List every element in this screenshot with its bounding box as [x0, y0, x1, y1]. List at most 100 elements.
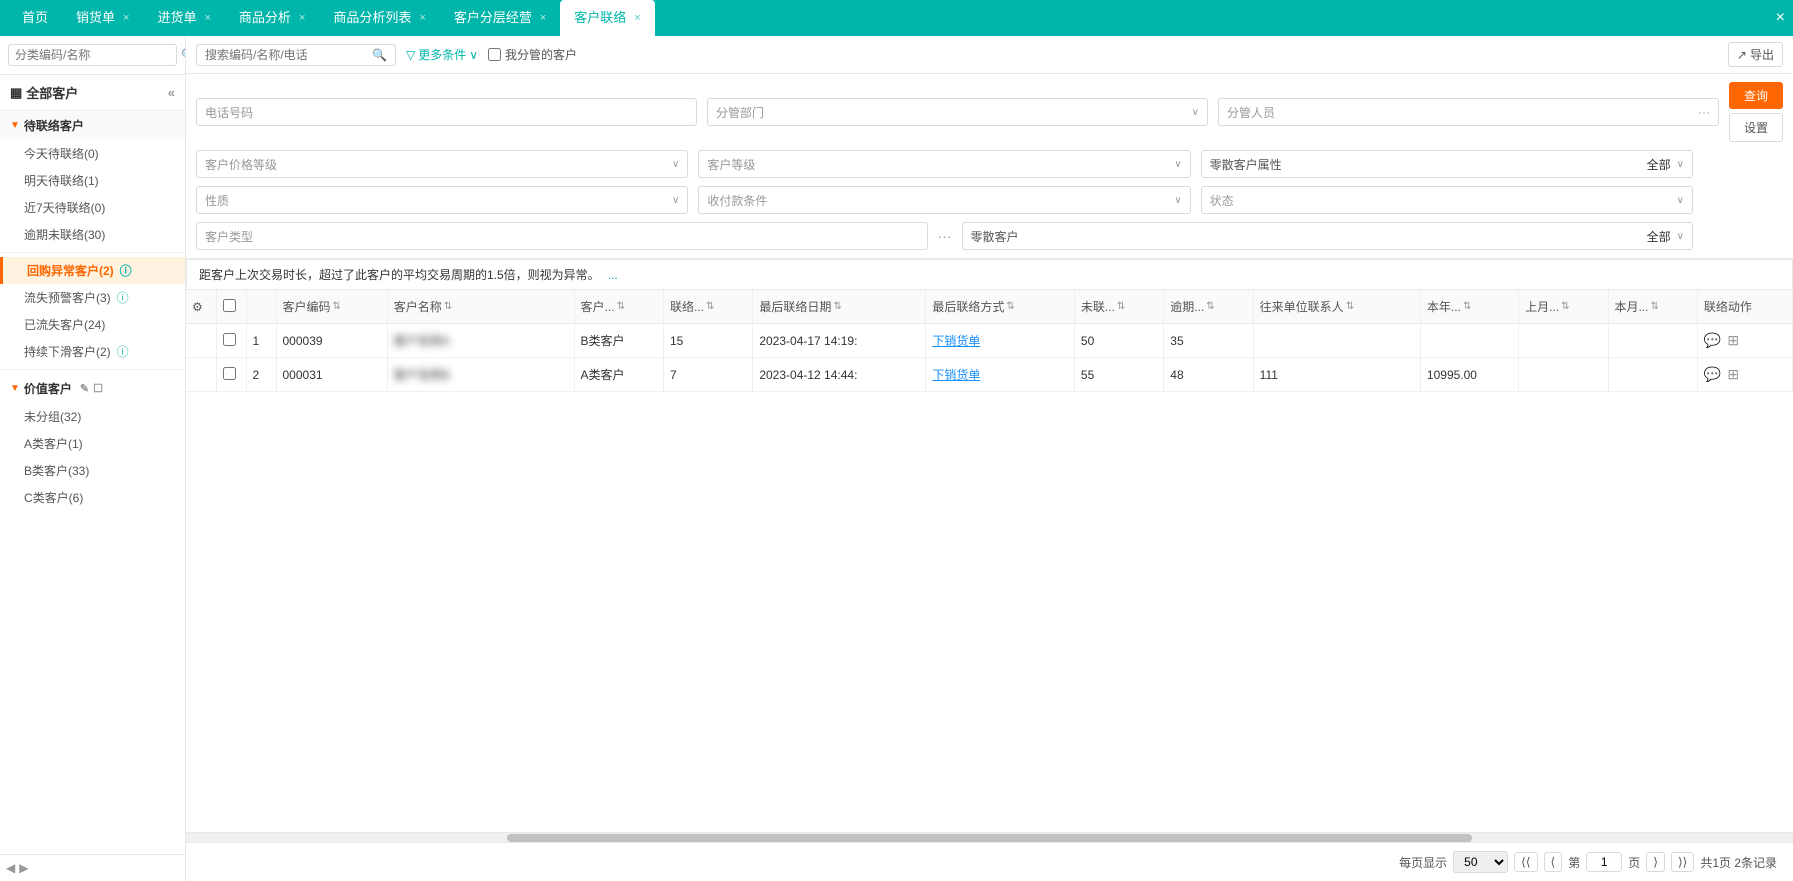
- phone-field[interactable]: 电话号码: [196, 98, 697, 126]
- window-close-button[interactable]: ×: [1776, 9, 1785, 27]
- sidebar-item-repurchase-abnormal[interactable]: 回购异常客户(2) ⓘ: [0, 257, 185, 284]
- sidebar-item-lost-warning[interactable]: 流失预警客户(3) ⓘ: [0, 284, 185, 311]
- nav-purchase-close[interactable]: ×: [204, 0, 210, 36]
- sort-unit-icon[interactable]: ⇅: [1346, 301, 1354, 312]
- export-button[interactable]: ↗ 导出: [1728, 42, 1783, 67]
- th-code[interactable]: 客户编码 ⇅: [276, 290, 387, 324]
- settings-button[interactable]: 设置: [1729, 113, 1783, 142]
- page-number-input[interactable]: [1586, 852, 1622, 872]
- nav-product-list[interactable]: 商品分析列表 ×: [319, 0, 439, 36]
- my-customers-check[interactable]: [488, 48, 501, 61]
- sidebar-item-7days[interactable]: 近7天待联络(0): [0, 194, 185, 221]
- my-customers-checkbox[interactable]: 我分管的客户: [488, 46, 577, 63]
- sidebar-waiting-header[interactable]: ▼ 待联络客户: [0, 111, 185, 140]
- query-button[interactable]: 查询: [1729, 82, 1783, 109]
- sidebar-arrow-right[interactable]: ▶: [19, 861, 28, 875]
- tooltip-more-btn[interactable]: ...: [608, 268, 618, 282]
- nav-product-list-close[interactable]: ×: [419, 0, 425, 36]
- sort-name-icon[interactable]: ⇅: [444, 301, 452, 312]
- sort-tmonth-icon[interactable]: ⇅: [1651, 301, 1659, 312]
- sort-contact-icon[interactable]: ⇅: [706, 301, 714, 312]
- customer-type-field[interactable]: 客户类型: [196, 222, 928, 250]
- edit-icon[interactable]: ✎: [80, 382, 89, 395]
- nav-product-analysis[interactable]: 商品分析 ×: [225, 0, 319, 36]
- sidebar-item-lost[interactable]: 已流失客户(24): [0, 311, 185, 338]
- gender-field[interactable]: 性质 ∨: [196, 186, 688, 214]
- retail-field[interactable]: 零散客户 全部 ∨: [962, 222, 1694, 250]
- person-dots[interactable]: ···: [1698, 105, 1710, 119]
- sidebar-item-declining[interactable]: 持续下滑客户(2) ⓘ: [0, 338, 185, 365]
- row2-check[interactable]: [223, 367, 236, 380]
- row4-dots[interactable]: ···: [938, 228, 952, 244]
- row1-last-method[interactable]: 下销货单: [926, 324, 1075, 358]
- nav-sales-close[interactable]: ×: [123, 0, 129, 36]
- th-type[interactable]: 客户... ⇅: [574, 290, 663, 324]
- sort-type-icon[interactable]: ⇅: [617, 301, 625, 312]
- scrollbar-thumb[interactable]: [507, 834, 1471, 842]
- sidebar-item-overdue[interactable]: 逾期未联络(30): [0, 221, 185, 248]
- page-size-select[interactable]: 50 100 200: [1453, 851, 1508, 873]
- dept-field[interactable]: 分管部门 ∨: [707, 98, 1208, 126]
- nav-home[interactable]: 首页: [8, 0, 62, 36]
- sidebar-item-c-class[interactable]: C类客户(6): [0, 484, 185, 511]
- grade-field[interactable]: 客户等级 ∨: [698, 150, 1190, 178]
- th-last-month[interactable]: 上月... ⇅: [1519, 290, 1608, 324]
- sort-year-icon[interactable]: ⇅: [1463, 301, 1471, 312]
- price-grade-field[interactable]: 客户价格等级 ∨: [196, 150, 688, 178]
- nav-customer-tier-close[interactable]: ×: [540, 0, 546, 36]
- next-page-btn[interactable]: ⟩: [1646, 852, 1665, 872]
- row2-more-icon[interactable]: ⊞: [1727, 366, 1739, 383]
- checkbox-icon[interactable]: ☐: [93, 382, 103, 395]
- th-contact[interactable]: 联络... ⇅: [663, 290, 752, 324]
- nav-product-analysis-close[interactable]: ×: [299, 0, 305, 36]
- sidebar-item-b-class[interactable]: B类客户(33): [0, 457, 185, 484]
- nav-customer-contact-close[interactable]: ×: [634, 0, 640, 36]
- th-unread[interactable]: 未联... ⇅: [1074, 290, 1163, 324]
- nav-purchase[interactable]: 进货单 ×: [143, 0, 224, 36]
- sidebar-item-ungrouped[interactable]: 未分组(32): [0, 403, 185, 430]
- first-page-btn[interactable]: ⟨⟨: [1514, 852, 1537, 872]
- nav-customer-tier[interactable]: 客户分层经营 ×: [440, 0, 560, 36]
- sidebar-item-a-class[interactable]: A类客户(1): [0, 430, 185, 457]
- sidebar-value-group-header[interactable]: ▼ 价值客户 ✎ ☐: [0, 374, 185, 403]
- th-last-contact-date[interactable]: 最后联络日期 ⇅: [753, 290, 926, 324]
- sort-method-icon[interactable]: ⇅: [1006, 301, 1014, 312]
- retail-attr-field[interactable]: 零散客户属性 全部 ∨: [1201, 150, 1693, 178]
- sort-code-icon[interactable]: ⇅: [333, 301, 341, 312]
- search-icon-main[interactable]: 🔍: [372, 48, 387, 62]
- chevron-down-icon: ∨: [469, 48, 478, 62]
- sort-unread-icon[interactable]: ⇅: [1117, 301, 1125, 312]
- sort-overdue-icon[interactable]: ⇅: [1206, 301, 1214, 312]
- row1-more-icon[interactable]: ⊞: [1727, 332, 1739, 349]
- pay-field[interactable]: 收付款条件 ∨: [698, 186, 1190, 214]
- row2-last-method[interactable]: 下销货单: [926, 358, 1075, 392]
- th-last-contact-method[interactable]: 最后联络方式 ⇅: [926, 290, 1075, 324]
- last-page-btn[interactable]: ⟩⟩: [1671, 852, 1694, 872]
- row1-chat-icon[interactable]: 💬: [1704, 332, 1721, 349]
- select-all-checkbox[interactable]: [223, 299, 236, 312]
- th-name[interactable]: 客户名称 ⇅: [387, 290, 574, 324]
- prev-page-btn[interactable]: ⟨: [1544, 852, 1563, 872]
- person-field[interactable]: 分管人员 ···: [1218, 98, 1719, 126]
- main-search-input[interactable]: [205, 48, 368, 62]
- sidebar-arrow-left[interactable]: ◀: [6, 861, 15, 875]
- sort-lmonth-icon[interactable]: ⇅: [1561, 301, 1569, 312]
- sort-date-icon[interactable]: ⇅: [833, 301, 841, 312]
- sidebar-collapse-icon[interactable]: «: [168, 85, 175, 100]
- th-this-month[interactable]: 本月... ⇅: [1608, 290, 1697, 324]
- th-this-year[interactable]: 本年... ⇅: [1420, 290, 1518, 324]
- table-settings-icon[interactable]: ⚙: [192, 300, 203, 314]
- horizontal-scrollbar[interactable]: [186, 832, 1793, 842]
- sidebar-item-tomorrow[interactable]: 明天待联络(1): [0, 167, 185, 194]
- row2-chat-icon[interactable]: 💬: [1704, 366, 1721, 383]
- th-overdue[interactable]: 逾期... ⇅: [1164, 290, 1253, 324]
- nav-sales[interactable]: 销货单 ×: [62, 0, 143, 36]
- more-conditions-btn[interactable]: ▽ 更多条件 ∨: [406, 46, 478, 63]
- sidebar-all-customers[interactable]: ▦ 全部客户 «: [0, 75, 185, 111]
- th-unit-contact[interactable]: 往来单位联系人 ⇅: [1253, 290, 1420, 324]
- status-field[interactable]: 状态 ∨: [1201, 186, 1693, 214]
- sidebar-item-today[interactable]: 今天待联络(0): [0, 140, 185, 167]
- sidebar-search-input[interactable]: [8, 44, 177, 66]
- row1-check[interactable]: [223, 333, 236, 346]
- nav-customer-contact[interactable]: 客户联络 ×: [560, 0, 654, 36]
